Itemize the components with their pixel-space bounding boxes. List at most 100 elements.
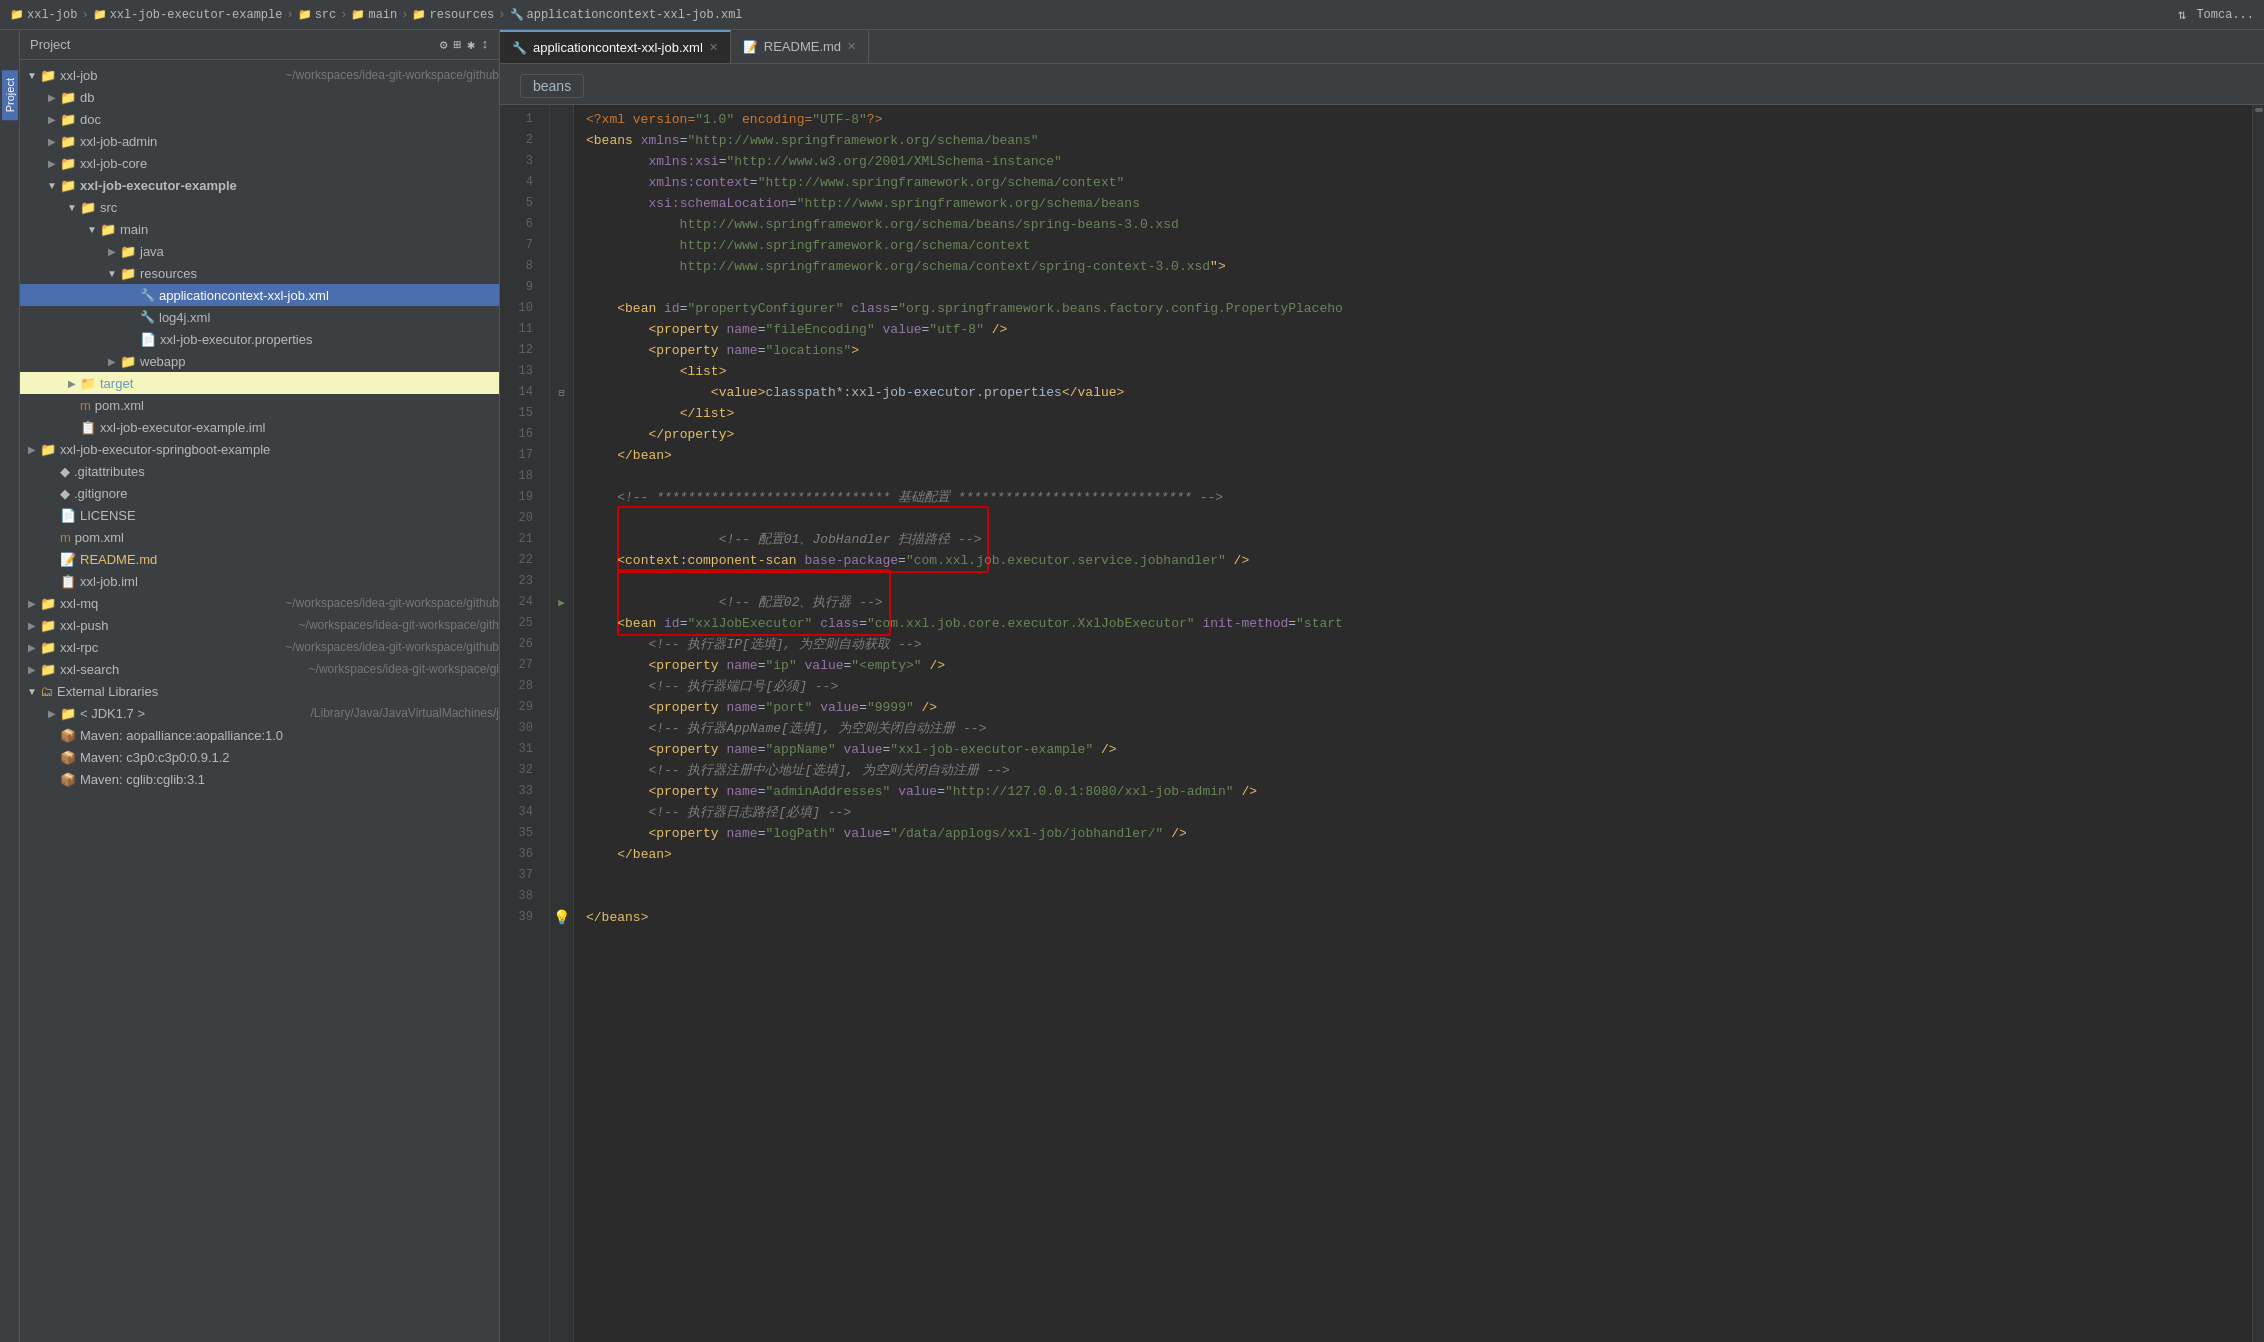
tree-item-db[interactable]: ▶ 📁 db: [20, 86, 499, 108]
pom-icon: m: [80, 398, 91, 413]
beans-label[interactable]: beans: [520, 74, 584, 98]
folder-icon: 📁: [40, 596, 56, 611]
tab-label: applicationcontext-xxl-job.xml: [533, 40, 703, 55]
code-content[interactable]: <?xml version="1.0" encoding="UTF-8"?> <…: [574, 105, 2252, 1342]
tree-item-xxl-mq[interactable]: ▶ 📁 xxl-mq ~/workspaces/idea-git-workspa…: [20, 592, 499, 614]
code-editor: 1 2 3 4 5 6 7 8 9 10 11 12 13 14 15 16 1…: [500, 105, 2264, 1342]
tree-item-xxl-search[interactable]: ▶ 📁 xxl-search ~/workspaces/idea-git-wor…: [20, 658, 499, 680]
iml-icon: 📋: [80, 420, 96, 435]
tree-item-pom1[interactable]: m pom.xml: [20, 394, 499, 416]
tree-item-webapp[interactable]: ▶ 📁 webapp: [20, 350, 499, 372]
breadcrumb-item-3[interactable]: 📁 src: [298, 8, 337, 22]
tree-item-pom2[interactable]: m pom.xml: [20, 526, 499, 548]
tree-item-xxl-job-iml[interactable]: 📋 xxl-job.iml: [20, 570, 499, 592]
collapse-icon[interactable]: ↕: [481, 37, 489, 52]
props-icon: 📄: [140, 332, 156, 347]
code-line-6: http://www.springframework.org/schema/be…: [586, 214, 2252, 235]
code-line-35: <property name="logPath" value="/data/ap…: [586, 823, 2252, 844]
tree-item-xxl-job[interactable]: ▼ 📁 xxl-job ~/workspaces/idea-git-worksp…: [20, 64, 499, 86]
breadcrumb-item-1[interactable]: 📁 xxl-job: [10, 8, 77, 22]
tree-item-main[interactable]: ▼ 📁 main: [20, 218, 499, 240]
folder-icon: 📁: [412, 8, 426, 21]
ln-17: 17: [500, 445, 541, 466]
ln-29: 29: [500, 697, 541, 718]
tree-item-xxl-push[interactable]: ▶ 📁 xxl-push ~/workspaces/idea-git-works…: [20, 614, 499, 636]
ln-14: 14: [500, 382, 541, 403]
jar-icon: 📦: [60, 728, 76, 743]
tree-item-gitignore[interactable]: ◆ .gitignore: [20, 482, 499, 504]
ln-22: 22: [500, 550, 541, 571]
tree-item-appctx-xml[interactable]: 🔧 applicationcontext-xxl-job.xml: [20, 284, 499, 306]
sidebar-toolbar: ⚙ ⊞ ✱ ↕: [440, 37, 489, 53]
ln-32: 32: [500, 760, 541, 781]
tree-item-log4j[interactable]: 🔧 log4j.xml: [20, 306, 499, 328]
code-line-22: <context:component-scan base-package="co…: [586, 550, 2252, 571]
folder-icon: 📁: [100, 222, 116, 237]
tree-item-resources[interactable]: ▼ 📁 resources: [20, 262, 499, 284]
tree-item-c3p0[interactable]: 📦 Maven: c3p0:c3p0:0.9.1.2: [20, 746, 499, 768]
breadcrumb-item-4[interactable]: 📁 main: [351, 8, 397, 22]
ln-7: 7: [500, 235, 541, 256]
project-tab-label[interactable]: Project: [2, 70, 18, 120]
tab-close-icon[interactable]: ✕: [709, 41, 718, 54]
breadcrumb-item-2[interactable]: 📁 xxl-job-executor-example: [93, 8, 283, 22]
gear-icon[interactable]: ✱: [467, 37, 475, 53]
tree-item-iml1[interactable]: 📋 xxl-job-executor-example.iml: [20, 416, 499, 438]
tree-item-xxl-rpc[interactable]: ▶ 📁 xxl-rpc ~/workspaces/idea-git-worksp…: [20, 636, 499, 658]
code-line-2: <beans xmlns="http://www.springframework…: [586, 130, 2252, 151]
ln-8: 8: [500, 256, 541, 277]
settings-icon[interactable]: ⚙: [440, 37, 448, 53]
ln-36: 36: [500, 844, 541, 865]
code-line-10: <bean id="propertyConfigurer" class="org…: [586, 298, 2252, 319]
xml-icon: 🔧: [140, 288, 155, 302]
breadcrumb-item-5[interactable]: 📁 resources: [412, 8, 494, 22]
tree-item-license[interactable]: 📄 LICENSE: [20, 504, 499, 526]
ln-20: 20: [500, 508, 541, 529]
tab-close-icon[interactable]: ✕: [847, 40, 856, 53]
tree-item-target[interactable]: ▶ 📁 target: [20, 372, 499, 394]
tab-readme[interactable]: 📝 README.md ✕: [731, 30, 869, 63]
tree-item-aopalliance[interactable]: 📦 Maven: aopalliance:aopalliance:1.0: [20, 724, 499, 746]
ln-35: 35: [500, 823, 541, 844]
tree-item-gitattributes[interactable]: ◆ .gitattributes: [20, 460, 499, 482]
expand-arrow: ▶: [64, 378, 80, 389]
tree-item-readme[interactable]: 📝 README.md: [20, 548, 499, 570]
tab-appctx[interactable]: 🔧 applicationcontext-xxl-job.xml ✕: [500, 30, 731, 63]
ln-9: 9: [500, 277, 541, 298]
editor-scrollbar[interactable]: [2252, 105, 2264, 1342]
folder-icon: 📁: [60, 706, 76, 721]
tree-item-java[interactable]: ▶ 📁 java: [20, 240, 499, 262]
tree-item-xxl-job-core[interactable]: ▶ 📁 xxl-job-core: [20, 152, 499, 174]
code-line-36: </bean>: [586, 844, 2252, 865]
code-line-18: [586, 466, 2252, 487]
tree-item-jdk[interactable]: ▶ 📁 < JDK1.7 > /Library/Java/JavaVirtual…: [20, 702, 499, 724]
folder-icon: 📁: [40, 442, 56, 457]
code-line-19: <!-- ****************************** 基础配置…: [586, 487, 2252, 508]
git-icon: ◆: [60, 486, 70, 501]
filter-icon[interactable]: ⊞: [454, 37, 462, 53]
tree-item-xxl-job-admin[interactable]: ▶ 📁 xxl-job-admin: [20, 130, 499, 152]
tree-item-cglib[interactable]: 📦 Maven: cglib:cglib:3.1: [20, 768, 499, 790]
tree-item-doc[interactable]: ▶ 📁 doc: [20, 108, 499, 130]
tree-item-src[interactable]: ▼ 📁 src: [20, 196, 499, 218]
ln-19: 19: [500, 487, 541, 508]
code-line-32: <!-- 执行器注册中心地址[选填], 为空则关闭自动注册 -->: [586, 760, 2252, 781]
expand-arrow: ▶: [104, 356, 120, 367]
tree-item-xxl-job-executor-example[interactable]: ▼ 📁 xxl-job-executor-example: [20, 174, 499, 196]
tree-item-springboot-example[interactable]: ▶ 📁 xxl-job-executor-springboot-example: [20, 438, 499, 460]
ln-10: 10: [500, 298, 541, 319]
breadcrumb-bar: 📁 xxl-job › 📁 xxl-job-executor-example ›…: [0, 0, 2264, 30]
project-tree: ▼ 📁 xxl-job ~/workspaces/idea-git-worksp…: [20, 60, 499, 1342]
tree-item-executor-props[interactable]: 📄 xxl-job-executor.properties: [20, 328, 499, 350]
tree-item-external-libraries[interactable]: ▼ 🗂 External Libraries: [20, 680, 499, 702]
tomcat-label: Tomca...: [2196, 8, 2254, 22]
folder-icon: 📁: [60, 134, 76, 149]
folder-icon: 📁: [60, 178, 76, 193]
breadcrumb-item-6[interactable]: 🔧 applicationcontext-xxl-job.xml: [510, 8, 743, 22]
expand-arrow: ▼: [24, 70, 40, 81]
expand-arrow: ▶: [24, 664, 40, 675]
ln-28: 28: [500, 676, 541, 697]
code-line-39: </beans>: [586, 907, 2252, 928]
code-line-3: xmlns:xsi="http://www.w3.org/2001/XMLSch…: [586, 151, 2252, 172]
folder-icon: 📁: [120, 244, 136, 259]
